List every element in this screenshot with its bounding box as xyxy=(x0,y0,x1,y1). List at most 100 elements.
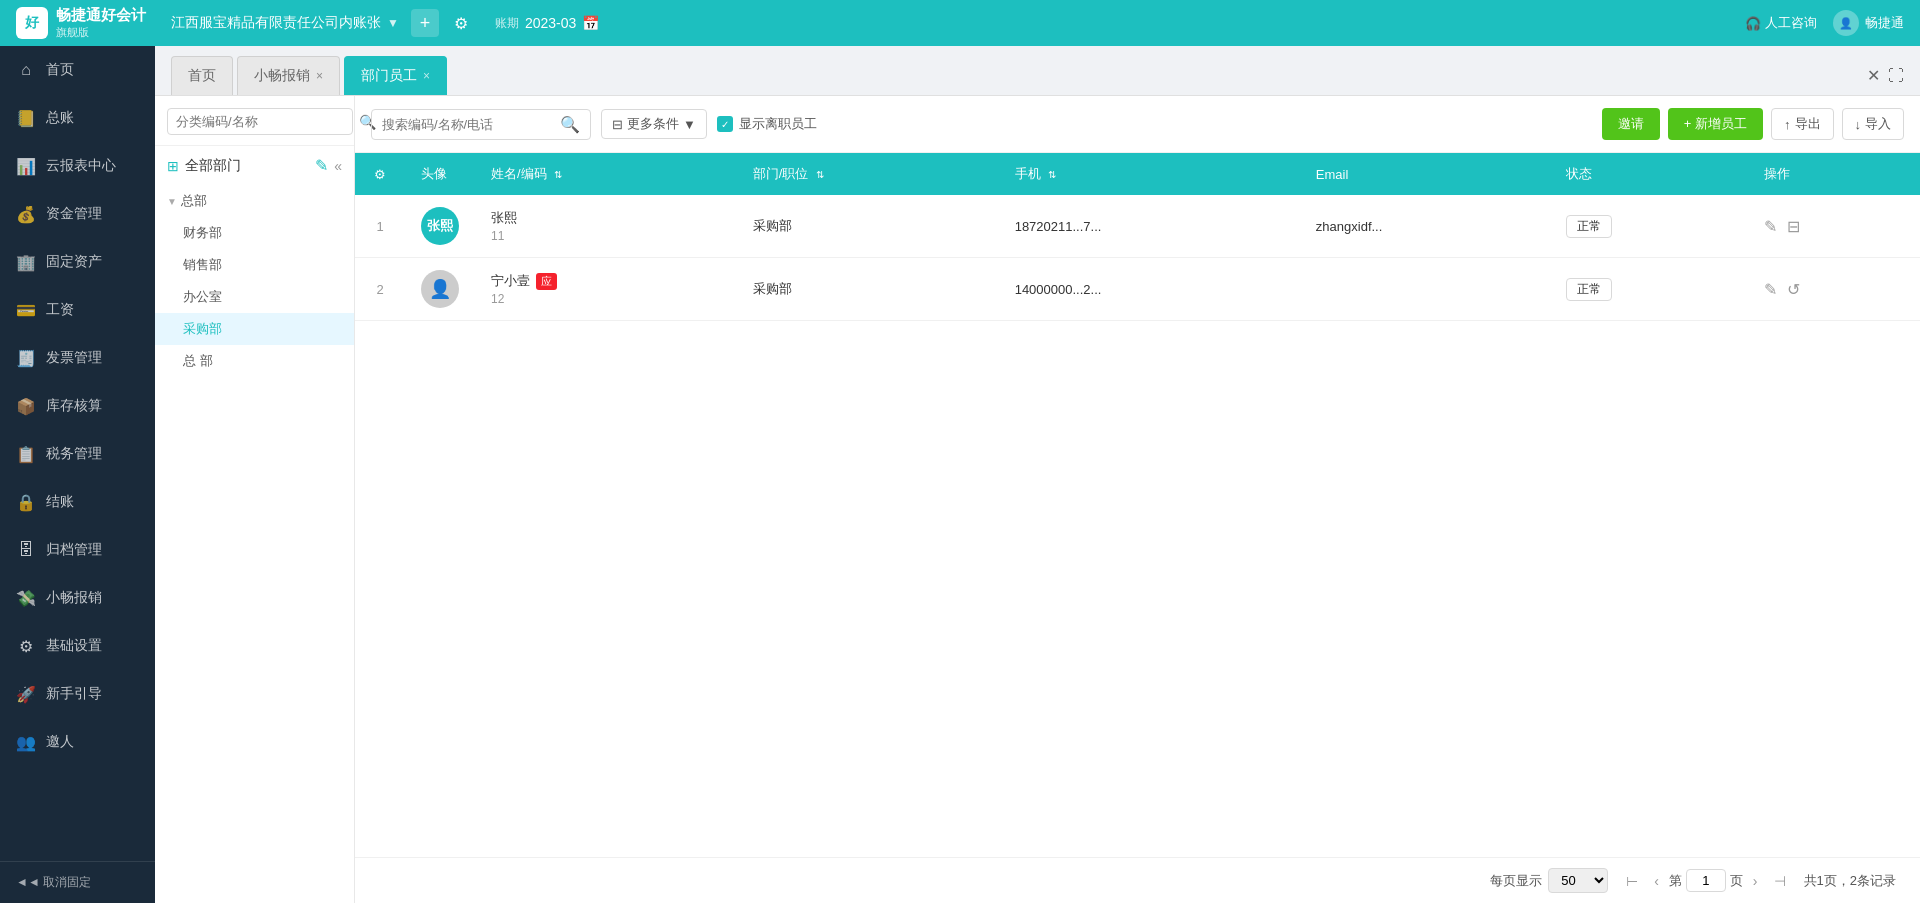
headset-icon: 🎧 xyxy=(1745,16,1761,31)
dept-node-sales[interactable]: 销售部 xyxy=(155,249,354,281)
closing-icon: 🔒 xyxy=(16,492,36,512)
per-page-label: 每页显示 xyxy=(1490,872,1542,890)
last-page-button[interactable]: ⊣ xyxy=(1768,871,1792,891)
search-icon[interactable]: 🔍 xyxy=(560,115,580,134)
col-header-status: 状态 xyxy=(1550,153,1748,195)
add-dept-button[interactable]: ✎ xyxy=(315,156,328,175)
support-button[interactable]: 🎧 人工咨询 xyxy=(1745,14,1817,32)
sidebar-item-tax[interactable]: 📋 税务管理 xyxy=(0,430,155,478)
close-window-button[interactable]: ✕ xyxy=(1867,66,1880,85)
dept-node-purchase[interactable]: 采购部 xyxy=(155,313,354,345)
sidebar-item-invoice[interactable]: 🧾 发票管理 xyxy=(0,334,155,382)
logo-icon: 好 xyxy=(16,7,48,39)
tab-dept-employee[interactable]: 部门员工 × xyxy=(344,56,447,95)
row-name-1: 张熙 11 xyxy=(475,195,737,258)
right-panel: 🔍 ⊟ 更多条件 ▼ ✓ 显示离职员工 邀请 + 新增员工 xyxy=(355,96,1920,903)
dept-search-input[interactable] xyxy=(167,108,353,135)
chevron-down-icon: ▼ xyxy=(683,117,696,132)
dept-node-zongbu-section[interactable]: ▼ 总部 xyxy=(155,185,354,217)
company-selector[interactable]: 江西服宝精品有限责任公司内账张 ▼ xyxy=(171,14,399,32)
delete-button-2[interactable]: ↺ xyxy=(1787,280,1800,299)
sidebar-item-invite[interactable]: 👥 邀人 xyxy=(0,718,155,766)
row-status-1: 正常 xyxy=(1550,195,1748,258)
avatar-circle-1: 张熙 xyxy=(421,207,459,245)
sidebar-label-reports: 云报表中心 xyxy=(46,157,116,175)
tab-expense[interactable]: 小畅报销 × xyxy=(237,56,340,95)
sidebar-item-inventory[interactable]: 📦 库存核算 xyxy=(0,382,155,430)
next-page-button[interactable]: › xyxy=(1747,871,1764,891)
unpin-button[interactable]: ◄◄ 取消固定 xyxy=(0,861,155,903)
user-name: 畅捷通 xyxy=(1865,14,1904,32)
support-label: 人工咨询 xyxy=(1765,14,1817,32)
edit-button-2[interactable]: ✎ xyxy=(1764,280,1777,299)
status-badge-2: 正常 xyxy=(1566,278,1612,301)
add-employee-button[interactable]: + 新增员工 xyxy=(1668,108,1763,140)
sidebar-item-expense[interactable]: 💸 小畅报销 xyxy=(0,574,155,622)
table-body: 1 张熙 张熙 11 采购部 xyxy=(355,195,1920,321)
export-label: 导出 xyxy=(1795,115,1821,133)
expense-icon: 💸 xyxy=(16,588,36,608)
col-header-email: Email xyxy=(1300,153,1550,195)
filter-icon: ⊟ xyxy=(612,117,623,132)
prev-page-button[interactable]: ‹ xyxy=(1648,871,1665,891)
dept-node-general[interactable]: 总 部 xyxy=(155,345,354,377)
table-settings-icon[interactable]: ⚙ xyxy=(374,167,386,182)
dept-node-finance[interactable]: 财务部 xyxy=(155,217,354,249)
search-box: 🔍 xyxy=(371,109,591,140)
reports-icon: 📊 xyxy=(16,156,36,176)
tab-bar: 首页 小畅报销 × 部门员工 × ✕ ⛶ xyxy=(155,46,1920,96)
tax-icon: 📋 xyxy=(16,444,36,464)
col-header-name[interactable]: 姓名/编码 ⇅ xyxy=(475,153,737,195)
first-page-button[interactable]: ⊢ xyxy=(1620,871,1644,891)
tab-home[interactable]: 首页 xyxy=(171,56,233,95)
assets-icon: 🏢 xyxy=(16,252,36,272)
sidebar-item-funds[interactable]: 💰 资金管理 xyxy=(0,190,155,238)
sidebar-label-guide: 新手引导 xyxy=(46,685,102,703)
sidebar-item-closing[interactable]: 🔒 结账 xyxy=(0,478,155,526)
filter-button[interactable]: ⊟ 更多条件 ▼ xyxy=(601,109,707,139)
sidebar-item-guide[interactable]: 🚀 新手引导 xyxy=(0,670,155,718)
settings-icon[interactable]: ⚙ xyxy=(447,9,475,37)
account-period: 账期 2023-03 📅 xyxy=(495,15,599,32)
sidebar-item-ledger[interactable]: 📒 总账 xyxy=(0,94,155,142)
home-icon: ⌂ xyxy=(16,60,36,80)
invite-button[interactable]: 邀请 xyxy=(1602,108,1660,140)
sidebar-label-funds: 资金管理 xyxy=(46,205,102,223)
calendar-icon[interactable]: 📅 xyxy=(582,15,599,31)
add-account-button[interactable]: + xyxy=(411,9,439,37)
settings-menu-icon: ⚙ xyxy=(16,636,36,656)
sidebar-item-assets[interactable]: 🏢 固定资产 xyxy=(0,238,155,286)
col-header-dept[interactable]: 部门/职位 ⇅ xyxy=(737,153,999,195)
archive-icon: 🗄 xyxy=(16,540,36,560)
dept-node-general-label: 总 部 xyxy=(183,352,213,370)
col-header-phone[interactable]: 手机 ⇅ xyxy=(999,153,1300,195)
per-page-select[interactable]: 50 20 100 xyxy=(1548,868,1608,893)
emp-code-1: 11 xyxy=(491,229,721,243)
avatar-default-2: 👤 xyxy=(421,270,459,308)
sidebar-item-reports[interactable]: 📊 云报表中心 xyxy=(0,142,155,190)
dept-node-office[interactable]: 办公室 xyxy=(155,281,354,313)
logout-button-1[interactable]: ⊟ xyxy=(1787,217,1800,236)
sidebar-item-salary[interactable]: 💳 工资 xyxy=(0,286,155,334)
tab-dept-close[interactable]: × xyxy=(423,69,430,83)
sidebar-item-settings[interactable]: ⚙ 基础设置 xyxy=(0,622,155,670)
collapse-dept-button[interactable]: « xyxy=(334,156,342,175)
dept-search-area: 🔍 xyxy=(155,108,354,146)
page-input[interactable] xyxy=(1686,869,1726,892)
edit-button-1[interactable]: ✎ xyxy=(1764,217,1777,236)
sidebar-item-home[interactable]: ⌂ 首页 xyxy=(0,46,155,94)
sidebar-item-archive[interactable]: 🗄 归档管理 xyxy=(0,526,155,574)
user-menu[interactable]: 👤 畅捷通 xyxy=(1833,10,1904,36)
search-input[interactable] xyxy=(382,117,554,132)
status-badge-1: 正常 xyxy=(1566,215,1612,238)
period-value: 2023-03 xyxy=(525,15,576,31)
row-actions-2: ✎ ↺ xyxy=(1748,258,1921,321)
maximize-window-button[interactable]: ⛶ xyxy=(1888,66,1904,85)
export-button[interactable]: ↑ 导出 xyxy=(1771,108,1834,140)
dept-panel: 🔍 ⊞ 全部部门 ✎ « ▼ 总部 xyxy=(155,96,355,903)
tab-expense-close[interactable]: × xyxy=(316,69,323,83)
import-button[interactable]: ↓ 导入 xyxy=(1842,108,1905,140)
show-resigned-checkbox[interactable]: ✓ 显示离职员工 xyxy=(717,115,817,133)
row-dept-2: 采购部 xyxy=(737,258,999,321)
sort-icon: ⇅ xyxy=(816,169,824,180)
